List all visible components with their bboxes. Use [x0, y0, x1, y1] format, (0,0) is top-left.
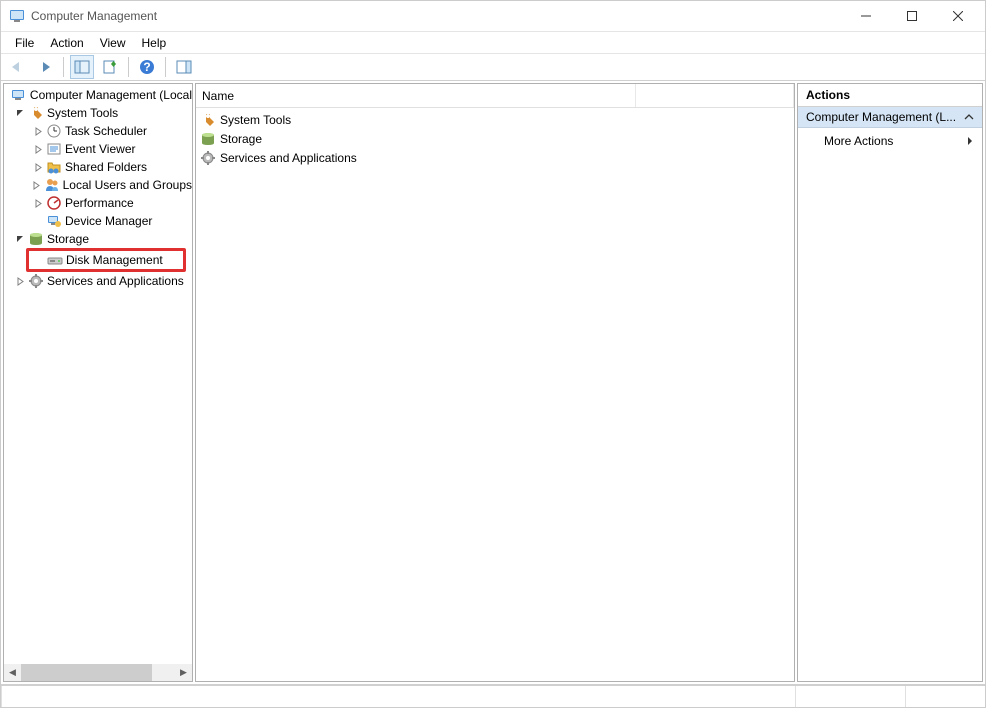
tree-label: Storage [47, 232, 89, 246]
list-item-storage[interactable]: Storage [196, 129, 794, 148]
services-icon [200, 150, 216, 166]
tree-label: Shared Folders [65, 160, 147, 174]
tree-panel: Computer Management (Local System Tools … [3, 83, 193, 682]
toolbar-separator [63, 57, 64, 77]
tree-shared-folders[interactable]: Shared Folders [4, 158, 192, 176]
tree-label: System Tools [47, 106, 118, 120]
collapse-icon[interactable] [14, 233, 26, 245]
actions-panel: Actions Computer Management (L... More A… [797, 83, 983, 682]
users-icon [44, 177, 60, 193]
forward-button[interactable] [33, 55, 57, 79]
close-button[interactable] [935, 1, 981, 31]
tree-label: Computer Management (Local [30, 88, 192, 102]
event-icon [46, 141, 62, 157]
tree-label: Device Manager [65, 214, 152, 228]
shared-folder-icon [46, 159, 62, 175]
back-button[interactable] [5, 55, 29, 79]
show-hide-tree-button[interactable] [70, 55, 94, 79]
tree-label: Local Users and Groups [63, 178, 192, 192]
column-blank[interactable] [636, 84, 794, 107]
window-title: Computer Management [31, 9, 843, 23]
disk-icon [47, 252, 63, 268]
list-item-label: Storage [220, 132, 262, 146]
device-icon [46, 213, 62, 229]
tree-label: Services and Applications [47, 274, 184, 288]
actions-header: Actions [798, 84, 982, 107]
actions-group-label: Computer Management (L... [806, 110, 956, 124]
menu-action[interactable]: Action [42, 34, 91, 52]
tree-system-tools[interactable]: System Tools [4, 104, 192, 122]
actions-group[interactable]: Computer Management (L... [798, 107, 982, 128]
tree-storage[interactable]: Storage [4, 230, 192, 248]
list-body: System Tools Storage Services and Applic… [196, 108, 794, 681]
expand-icon[interactable] [32, 197, 44, 209]
app-icon [9, 8, 25, 24]
tools-icon [200, 112, 216, 128]
tree-label: Task Scheduler [65, 124, 147, 138]
tools-icon [28, 105, 44, 121]
menu-help[interactable]: Help [134, 34, 175, 52]
expand-icon[interactable] [32, 161, 44, 173]
clock-icon [46, 123, 62, 139]
tree: Computer Management (Local System Tools … [4, 84, 192, 664]
window-buttons [843, 1, 981, 31]
scroll-thumb[interactable] [21, 664, 152, 681]
status-segment [1, 686, 795, 707]
tree-scrollbar[interactable]: ◀ ▶ [4, 664, 192, 681]
tree-label: Event Viewer [65, 142, 135, 156]
statusbar [1, 685, 985, 707]
status-segment [795, 686, 905, 707]
main-area: Computer Management (Local System Tools … [1, 81, 985, 685]
scroll-left-button[interactable]: ◀ [4, 664, 21, 681]
toolbar: ? [1, 53, 985, 81]
list-item-system-tools[interactable]: System Tools [196, 110, 794, 129]
tree-services-apps[interactable]: Services and Applications [4, 272, 192, 290]
titlebar: Computer Management [1, 1, 985, 31]
list-item-label: System Tools [220, 113, 291, 127]
tree-root[interactable]: Computer Management (Local [4, 86, 192, 104]
list-item-services-apps[interactable]: Services and Applications [196, 148, 794, 167]
scroll-right-button[interactable]: ▶ [175, 664, 192, 681]
tree-label: Performance [65, 196, 134, 210]
column-name[interactable]: Name [196, 84, 636, 107]
actions-more-label: More Actions [824, 134, 893, 148]
disk-management-highlight: Disk Management [26, 248, 186, 272]
export-list-button[interactable] [98, 55, 122, 79]
collapse-icon[interactable] [14, 107, 26, 119]
performance-icon [46, 195, 62, 211]
tree-device-manager[interactable]: Device Manager [4, 212, 192, 230]
list-item-label: Services and Applications [220, 151, 357, 165]
status-segment [905, 686, 985, 707]
tree-disk-management[interactable]: Disk Management [29, 251, 183, 269]
expand-icon[interactable] [32, 125, 44, 137]
scroll-track[interactable] [21, 664, 175, 681]
chevron-right-icon [966, 136, 974, 146]
show-hide-action-pane-button[interactable] [172, 55, 196, 79]
help-button[interactable]: ? [135, 55, 159, 79]
expand-icon[interactable] [14, 275, 26, 287]
maximize-button[interactable] [889, 1, 935, 31]
computer-icon [11, 87, 27, 103]
minimize-button[interactable] [843, 1, 889, 31]
tree-event-viewer[interactable]: Event Viewer [4, 140, 192, 158]
actions-more[interactable]: More Actions [798, 128, 982, 154]
expand-icon[interactable] [32, 143, 44, 155]
storage-icon [28, 231, 44, 247]
collapse-up-icon [964, 113, 974, 121]
menubar: File Action View Help [1, 31, 985, 53]
menu-file[interactable]: File [7, 34, 42, 52]
tree-task-scheduler[interactable]: Task Scheduler [4, 122, 192, 140]
svg-text:?: ? [143, 60, 150, 74]
tree-performance[interactable]: Performance [4, 194, 192, 212]
tree-local-users[interactable]: Local Users and Groups [4, 176, 192, 194]
tree-label: Disk Management [66, 253, 163, 267]
services-icon [28, 273, 44, 289]
toolbar-separator [165, 57, 166, 77]
list-panel: Name System Tools Storage Services and A… [195, 83, 795, 682]
menu-view[interactable]: View [92, 34, 134, 52]
toolbar-separator [128, 57, 129, 77]
list-header: Name [196, 84, 794, 108]
storage-icon [200, 131, 216, 147]
expand-icon[interactable] [32, 179, 42, 191]
